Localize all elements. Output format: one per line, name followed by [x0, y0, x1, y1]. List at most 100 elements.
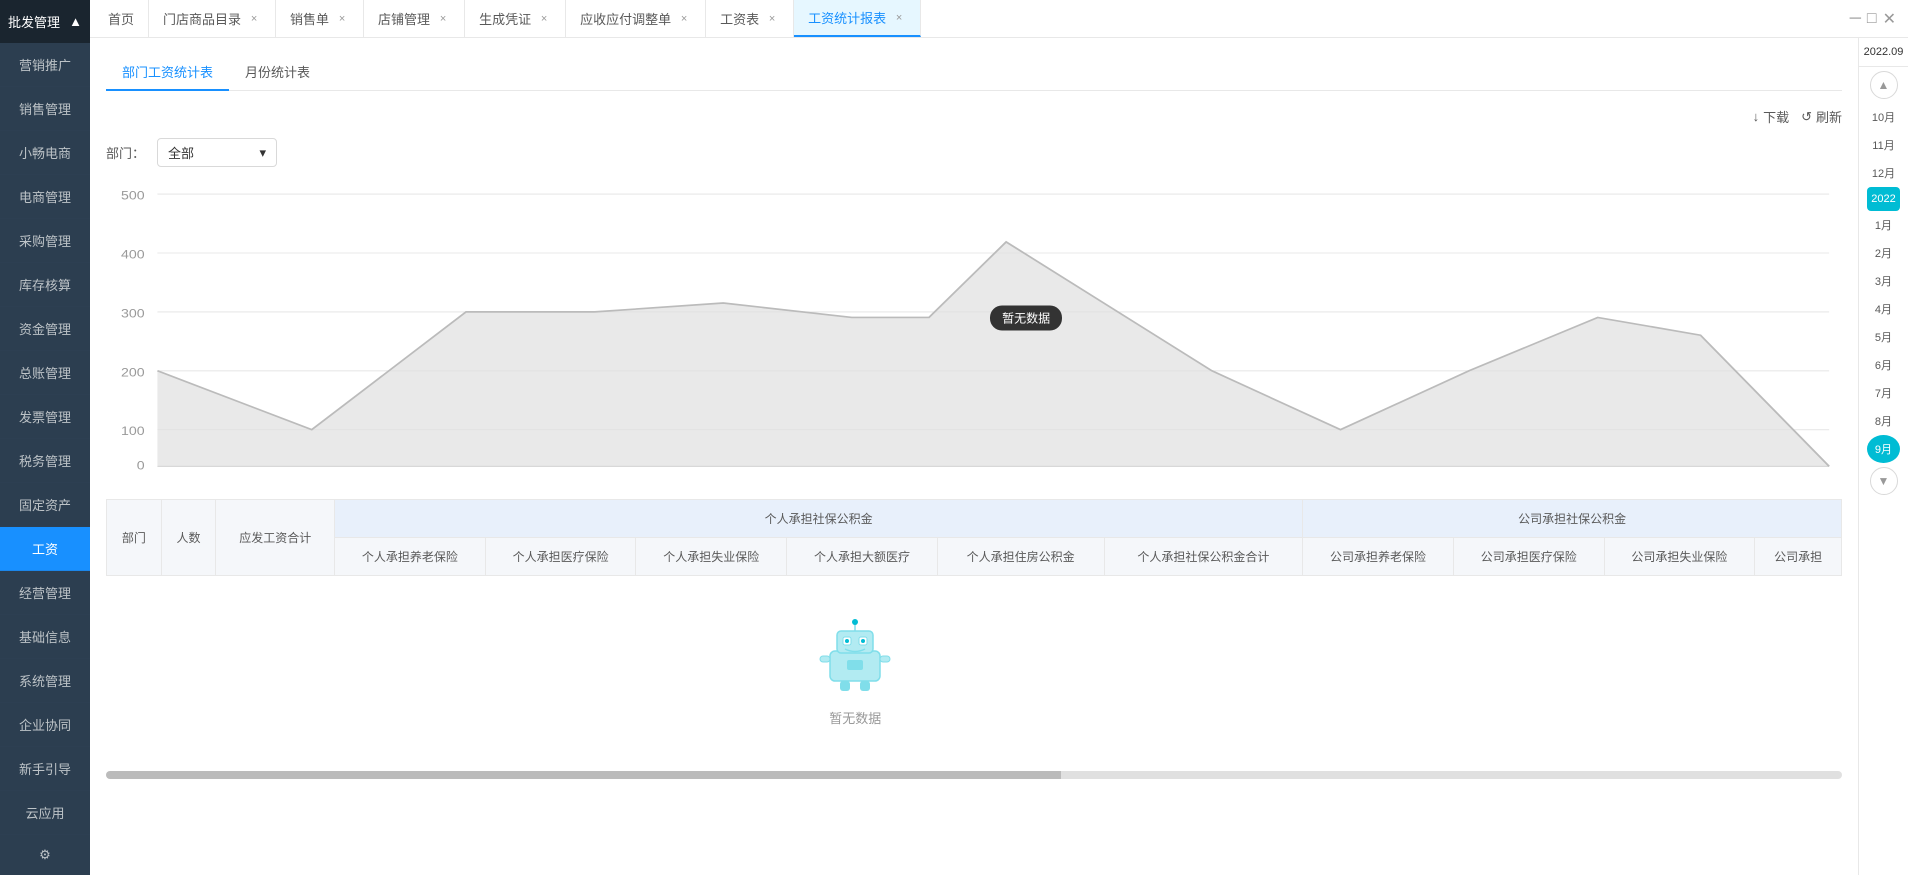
date-month-2月[interactable]: 2月 [1867, 239, 1899, 267]
date-month-12月[interactable]: 12月 [1867, 159, 1899, 187]
tab-label: 工资表 [720, 9, 759, 28]
empty-text: 暂无数据 [829, 708, 881, 727]
page-content: 部门工资统计表月份统计表 ↓ 下载 ↺ 刷新 部门： 全部 ▾ [90, 38, 1858, 875]
sidebar-item-发票管理[interactable]: 发票管理 [0, 395, 90, 439]
sidebar-item-经营管理[interactable]: 经营管理 [0, 571, 90, 615]
col-department: 部门 [107, 500, 162, 576]
download-label: 下载 [1763, 107, 1789, 126]
tabs-container: 首页门店商品目录×销售单×店铺管理×生成凭证×应收应付调整单×工资表×工资统计报… [94, 0, 1842, 37]
sidebar-header[interactable]: 批发管理 ▲ [0, 0, 90, 43]
sidebar-item-系统管理[interactable]: 系统管理 [0, 659, 90, 703]
tab-工资统计报表[interactable]: 工资统计报表 × [794, 0, 921, 37]
sidebar-item-营销推广[interactable]: 营销推广 [0, 43, 90, 87]
col-个人承担养老保险: 个人承担养老保险 [335, 538, 486, 576]
tab-close-icon[interactable]: × [892, 11, 906, 25]
col-个人承担失业保险: 个人承担失业保险 [636, 538, 787, 576]
date-month-3月[interactable]: 3月 [1867, 267, 1899, 295]
sidebar-item-采购管理[interactable]: 采购管理 [0, 219, 90, 263]
sidebar-item-新手引导[interactable]: 新手引导 [0, 747, 90, 791]
svg-text:100: 100 [121, 424, 145, 438]
sub-tabs: 部门工资统计表月份统计表 [106, 54, 1842, 91]
main-area: 首页门店商品目录×销售单×店铺管理×生成凭证×应收应付调整单×工资表×工资统计报… [90, 0, 1908, 875]
col-group-company: 公司承担社保公积金 [1303, 500, 1842, 538]
filter-label: 部门： [106, 143, 145, 162]
tab-label: 店铺管理 [378, 9, 430, 28]
col-group-personal: 个人承担社保公积金 [335, 500, 1303, 538]
sub-tab-月份统计表[interactable]: 月份统计表 [229, 54, 326, 91]
empty-robot-icon [815, 616, 895, 696]
date-month-4月[interactable]: 4月 [1867, 295, 1899, 323]
tab-close-icon[interactable]: × [677, 12, 691, 26]
tab-close-icon[interactable]: × [335, 12, 349, 26]
sidebar-item-电商管理[interactable]: 电商管理 [0, 175, 90, 219]
sidebar-item-销售管理[interactable]: 销售管理 [0, 87, 90, 131]
sub-tab-部门工资统计表[interactable]: 部门工资统计表 [106, 54, 229, 91]
svg-text:500: 500 [121, 189, 145, 203]
settings-icon: ⚙ [39, 847, 51, 862]
tab-close-icon[interactable]: × [537, 12, 551, 26]
date-month-10月[interactable]: 10月 [1867, 103, 1899, 131]
sidebar-item-总账管理[interactable]: 总账管理 [0, 351, 90, 395]
date-nav-up[interactable]: ▲ [1870, 71, 1898, 99]
refresh-label: 刷新 [1816, 107, 1842, 126]
sidebar-settings-btn[interactable]: ⚙ [0, 835, 90, 875]
col-公司承担失业保险: 公司承担失业保险 [1604, 538, 1755, 576]
date-month-9月[interactable]: 9月 [1867, 435, 1899, 463]
tab-close-icon[interactable]: × [765, 12, 779, 26]
chevron-down-icon: ▾ [259, 145, 266, 161]
col-个人承担住房公积金: 个人承担住房公积金 [937, 538, 1104, 576]
sidebar-item-云应用[interactable]: 云应用 [0, 791, 90, 835]
refresh-icon: ↺ [1801, 109, 1812, 125]
col-个人承担大额医疗: 个人承担大额医疗 [787, 538, 938, 576]
tab-工资表[interactable]: 工资表 × [706, 0, 794, 37]
tab-label: 工资统计报表 [808, 8, 886, 27]
tab-close-icon[interactable]: × [247, 12, 261, 26]
date-month-6月[interactable]: 6月 [1867, 351, 1899, 379]
date-nav-down[interactable]: ▼ [1870, 467, 1898, 495]
date-month-8月[interactable]: 8月 [1867, 407, 1899, 435]
tab-店铺管理[interactable]: 店铺管理 × [364, 0, 465, 37]
sidebar: 批发管理 ▲ 营销推广销售管理小畅电商电商管理采购管理库存核算资金管理总账管理发… [0, 0, 90, 875]
date-month-5月[interactable]: 5月 [1867, 323, 1899, 351]
download-button[interactable]: ↓ 下载 [1753, 107, 1790, 126]
tab-生成凭证[interactable]: 生成凭证 × [465, 0, 566, 37]
scroll-hint[interactable] [106, 771, 1842, 779]
date-month-7月[interactable]: 7月 [1867, 379, 1899, 407]
empty-state: 暂无数据 [107, 576, 1605, 767]
sidebar-item-固定资产[interactable]: 固定资产 [0, 483, 90, 527]
sidebar-item-基础信息[interactable]: 基础信息 [0, 615, 90, 659]
chart-svg: 500 400 300 200 100 0 [106, 183, 1842, 483]
tab-门店商品目录[interactable]: 门店商品目录 × [149, 0, 276, 37]
refresh-button[interactable]: ↺ 刷新 [1801, 107, 1842, 126]
tab-销售单[interactable]: 销售单× [276, 0, 364, 37]
sidebar-item-资金管理[interactable]: 资金管理 [0, 307, 90, 351]
tab-首页[interactable]: 首页 [94, 0, 149, 37]
chart-tooltip: 暂无数据 [990, 306, 1062, 331]
window-minimize-icon[interactable]: ─ [1850, 10, 1861, 28]
window-close-icon[interactable]: ✕ [1883, 9, 1896, 29]
download-icon: ↓ [1753, 109, 1760, 124]
sidebar-item-企业协同[interactable]: 企业协同 [0, 703, 90, 747]
sidebar-title: 批发管理 [8, 12, 60, 31]
svg-text:0: 0 [137, 459, 145, 473]
sidebar-item-税务管理[interactable]: 税务管理 [0, 439, 90, 483]
data-table: 部门 人数 应发工资合计 个人承担社保公积金 公司承担社保公积金 个人承担养老保… [106, 499, 1842, 767]
tab-label: 门店商品目录 [163, 9, 241, 28]
date-panel-header: 2022.09 [1859, 38, 1908, 67]
sidebar-item-库存核算[interactable]: 库存核算 [0, 263, 90, 307]
date-month-11月[interactable]: 11月 [1867, 131, 1899, 159]
col-公司承担医疗保险: 公司承担医疗保险 [1453, 538, 1604, 576]
tab-bar: 首页门店商品目录×销售单×店铺管理×生成凭证×应收应付调整单×工资表×工资统计报… [90, 0, 1908, 38]
tab-label: 生成凭证 [479, 9, 531, 28]
sidebar-item-小畅电商[interactable]: 小畅电商 [0, 131, 90, 175]
sidebar-item-工资[interactable]: 工资 [0, 527, 90, 571]
date-month-2022[interactable]: 2022 [1867, 187, 1899, 211]
window-restore-icon[interactable]: □ [1867, 10, 1877, 28]
chart-area: 500 400 300 200 100 0 暂 [106, 183, 1842, 483]
department-select[interactable]: 全部 ▾ [157, 138, 277, 167]
col-headcount: 人数 [161, 500, 216, 576]
tab-应收应付调整单[interactable]: 应收应付调整单 × [566, 0, 706, 37]
tab-label: 应收应付调整单 [580, 9, 671, 28]
date-month-1月[interactable]: 1月 [1867, 211, 1899, 239]
tab-close-icon[interactable]: × [436, 12, 450, 26]
